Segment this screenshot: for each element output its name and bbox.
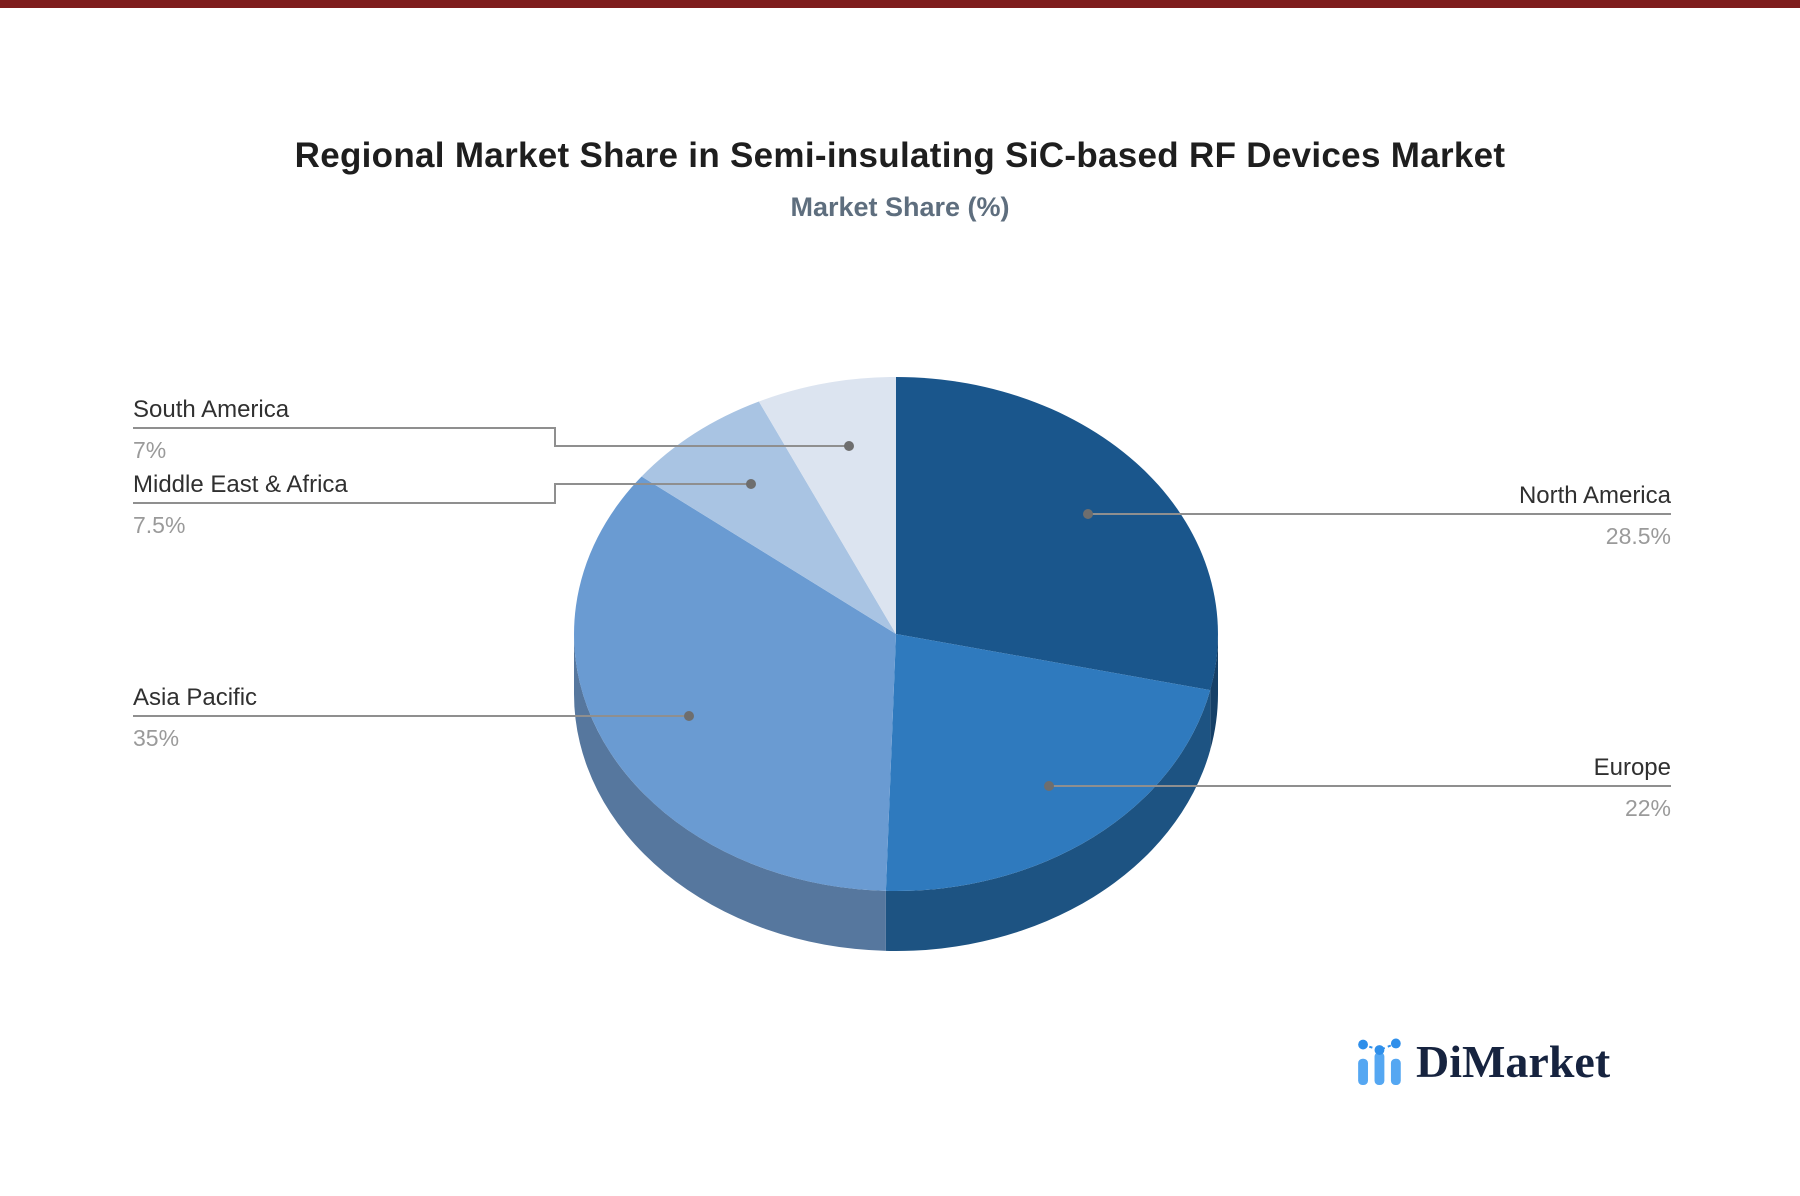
logo-bar-icon	[1358, 1058, 1368, 1085]
slice-value-middle-east-africa: 7.5%	[133, 512, 186, 538]
slice-value-asia-pacific: 35%	[133, 725, 180, 751]
leader-dot-south-america	[844, 441, 854, 451]
leader-dot-middle-east-africa	[746, 479, 756, 489]
logo-bar-icon	[1374, 1052, 1385, 1085]
logo-dot-icon	[1390, 1038, 1401, 1049]
leader-dot-north-america	[1083, 509, 1093, 519]
slice-label-south-america: South America	[133, 396, 290, 423]
logo: DiMarket	[1358, 1038, 1610, 1085]
slice-label-middle-east-africa: Middle East & Africa	[133, 471, 348, 498]
chart-canvas: Regional Market Share in Semi-insulating…	[0, 0, 1800, 1196]
leader-dot-asia-pacific	[684, 711, 694, 721]
pie-chart	[133, 377, 1671, 952]
logo-dot-icon	[1374, 1045, 1385, 1055]
slice-label-europe: Europe	[1593, 754, 1671, 781]
slice-value-europe: 22%	[1624, 795, 1671, 821]
logo-chart-icon	[1358, 1038, 1401, 1085]
slice-label-north-america: North America	[1518, 482, 1671, 509]
leader-dot-europe	[1044, 781, 1054, 791]
logo-text: DiMarket	[1416, 1036, 1611, 1087]
logo-dot-icon	[1358, 1039, 1368, 1050]
logo-bar-icon	[1390, 1058, 1401, 1085]
slice-label-asia-pacific: Asia Pacific	[133, 684, 258, 711]
slice-value-north-america: 28.5%	[1605, 523, 1671, 549]
slice-value-south-america: 7%	[133, 437, 167, 463]
